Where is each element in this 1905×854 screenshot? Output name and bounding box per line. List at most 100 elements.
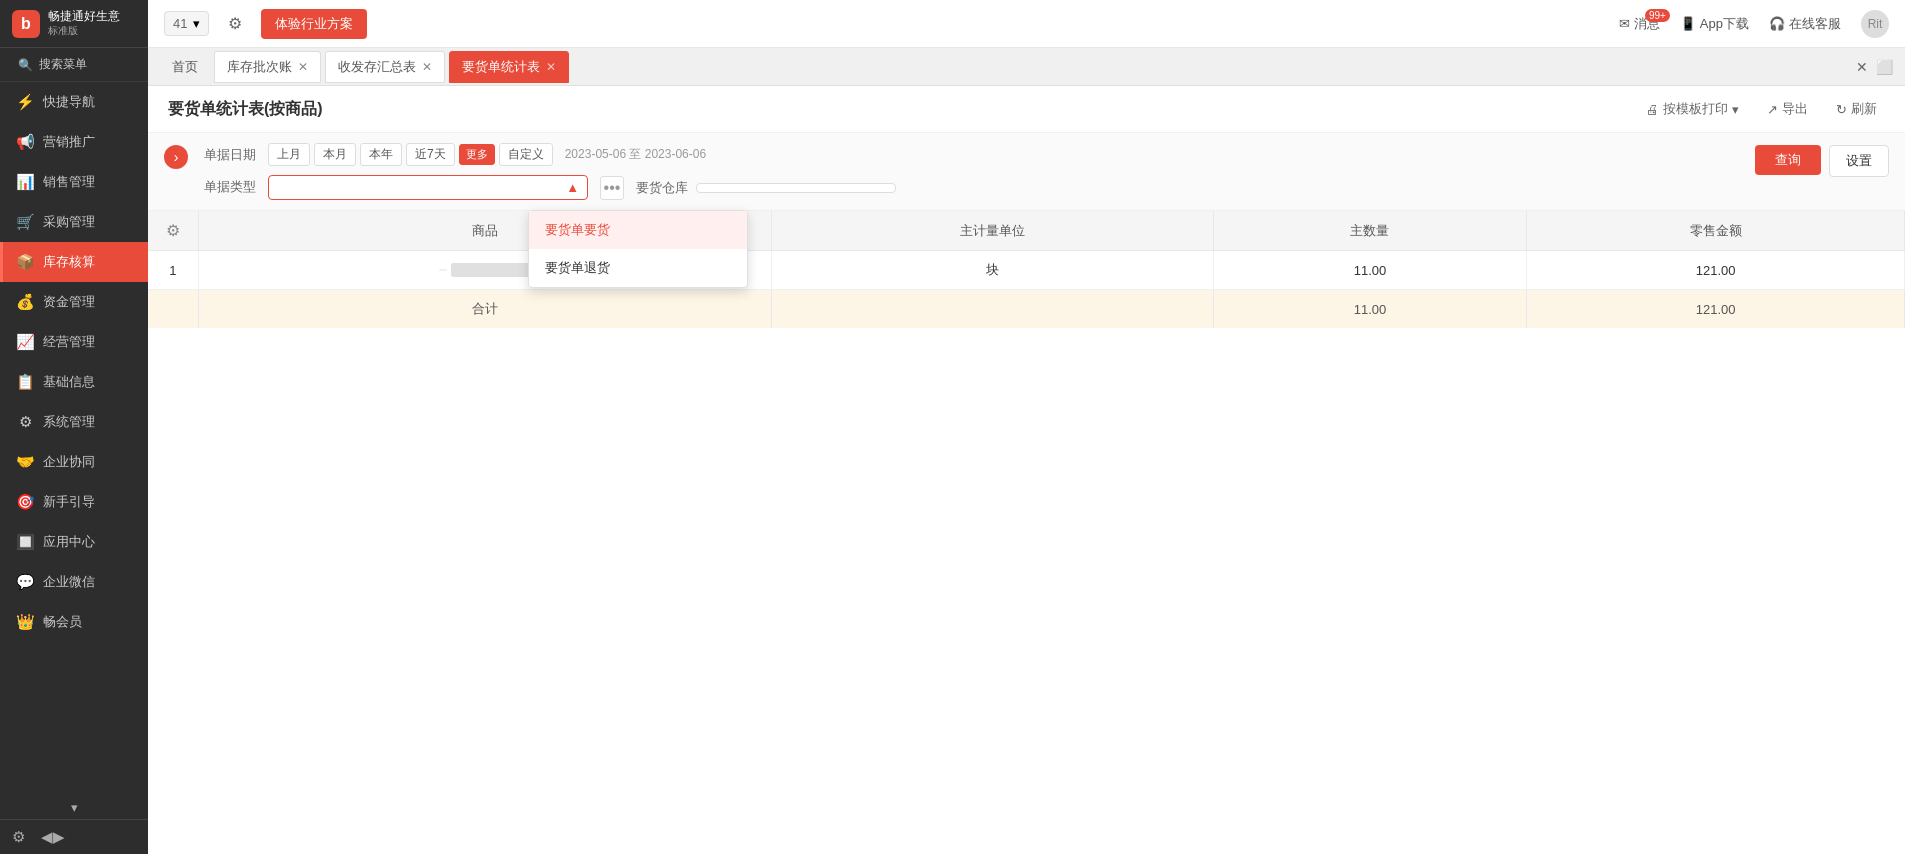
sales-label: 销售管理 bbox=[43, 173, 95, 191]
type-dropdown: 要货单要货 要货单退货 bbox=[528, 210, 748, 288]
date-7days-btn[interactable]: 近7天 bbox=[406, 143, 455, 166]
date-custom-btn[interactable]: 自定义 bbox=[499, 143, 553, 166]
app-download-label: App下载 bbox=[1700, 15, 1749, 33]
page-title: 要货单统计表(按商品) bbox=[168, 99, 323, 120]
message-icon: ✉ bbox=[1619, 16, 1630, 31]
warehouse-input[interactable] bbox=[696, 183, 896, 193]
sidebar-scroll-down[interactable]: ▾ bbox=[0, 796, 148, 819]
filter-actions: 查询 设置 bbox=[1755, 145, 1889, 177]
inventory-icon: 📦 bbox=[15, 252, 35, 272]
tab-inventory-batch[interactable]: 库存批次账 ✕ bbox=[214, 51, 321, 83]
sidebar-item-sales[interactable]: 📊 销售管理 bbox=[0, 162, 148, 202]
maximize-window-button[interactable]: ⬜ bbox=[1876, 59, 1893, 75]
type-filter-label: 单据类型 bbox=[204, 178, 256, 196]
print-button[interactable]: 🖨 按模板打印 ▾ bbox=[1638, 96, 1747, 122]
sidebar-item-finance[interactable]: 💰 资金管理 bbox=[0, 282, 148, 322]
app-center-label: 应用中心 bbox=[43, 533, 95, 551]
search-icon: 🔍 bbox=[18, 58, 33, 72]
app-download-button[interactable]: 📱 App下载 bbox=[1680, 15, 1749, 33]
sidebar-item-enterprise[interactable]: 🤝 企业协同 bbox=[0, 442, 148, 482]
service-icon: 🎧 bbox=[1769, 16, 1785, 31]
header-gear-button[interactable]: ⚙ bbox=[221, 10, 249, 38]
close-tab-order-stats[interactable]: ✕ bbox=[546, 61, 556, 73]
bottom-collapse-icon[interactable]: ◀▶ bbox=[41, 828, 65, 846]
sidebar-item-guide[interactable]: 🎯 新手引导 bbox=[0, 482, 148, 522]
sidebar-item-purchase[interactable]: 🛒 采购管理 bbox=[0, 202, 148, 242]
purchase-icon: 🛒 bbox=[15, 212, 35, 232]
more-dots-icon: ••• bbox=[604, 179, 621, 197]
date-this-month-btn[interactable]: 本月 bbox=[314, 143, 356, 166]
sidebar-item-quick-nav[interactable]: ⚡ 快捷导航 bbox=[0, 82, 148, 122]
sidebar-item-inventory[interactable]: 📦 库存核算 bbox=[0, 242, 148, 282]
tab-order-stats[interactable]: 要货单统计表 ✕ bbox=[449, 51, 569, 83]
tab-receive-summary[interactable]: 收发存汇总表 ✕ bbox=[325, 51, 445, 83]
sidebar-nav: ⚡ 快捷导航 📢 营销推广 📊 销售管理 🛒 采购管理 📦 库存核算 💰 资金管… bbox=[0, 82, 148, 796]
order-goods-label: 要货单要货 bbox=[545, 222, 610, 237]
date-more-btn[interactable]: 更多 bbox=[459, 144, 495, 165]
sidebar-item-app-center[interactable]: 🔲 应用中心 bbox=[0, 522, 148, 562]
search-menu[interactable]: 🔍 搜索菜单 bbox=[0, 48, 148, 82]
sidebar-item-marketing[interactable]: 📢 营销推广 bbox=[0, 122, 148, 162]
export-button[interactable]: ↗ 导出 bbox=[1759, 96, 1816, 122]
trial-button[interactable]: 体验行业方案 bbox=[261, 9, 367, 39]
date-last-month-btn[interactable]: 上月 bbox=[268, 143, 310, 166]
sidebar-bottom: ⚙ ◀▶ bbox=[0, 819, 148, 854]
top-header: 41 ▾ ⚙ 体验行业方案 ✉ 消息 99+ 📱 App下载 🎧 在线客服 bbox=[148, 0, 1905, 48]
chevron-down-icon: ▾ bbox=[71, 800, 78, 815]
col-quantity: 主数量 bbox=[1213, 211, 1527, 251]
sidebar-item-wechat[interactable]: 💬 企业微信 bbox=[0, 562, 148, 602]
footer-empty-2 bbox=[772, 290, 1213, 329]
sidebar-item-system[interactable]: ⚙ 系统管理 bbox=[0, 402, 148, 442]
app-download-icon: 📱 bbox=[1680, 16, 1696, 31]
date-this-year-btn[interactable]: 本年 bbox=[360, 143, 402, 166]
page-actions: 🖨 按模板打印 ▾ ↗ 导出 ↻ 刷新 bbox=[1638, 96, 1885, 122]
sidebar-item-member[interactable]: 👑 畅会员 bbox=[0, 602, 148, 642]
col-amount: 零售金额 bbox=[1527, 211, 1905, 251]
close-tab-receive-summary[interactable]: ✕ bbox=[422, 61, 432, 73]
main-area: 41 ▾ ⚙ 体验行业方案 ✉ 消息 99+ 📱 App下载 🎧 在线客服 bbox=[148, 0, 1905, 854]
table-footer-row: 合计 11.00 121.00 bbox=[148, 290, 1905, 329]
bottom-settings-icon[interactable]: ⚙ bbox=[12, 828, 25, 846]
export-label: 导出 bbox=[1782, 100, 1808, 118]
quick-nav-icon: ⚡ bbox=[15, 92, 35, 112]
settings-button[interactable]: 设置 bbox=[1829, 145, 1889, 177]
col-unit: 主计量单位 bbox=[772, 211, 1213, 251]
user-avatar[interactable]: Rit bbox=[1861, 10, 1889, 38]
filter-bar: › 单据日期 上月 本月 本年 近7天 更多 自定义 2023-05-06 至 … bbox=[148, 133, 1905, 211]
refresh-button[interactable]: ↻ 刷新 bbox=[1828, 96, 1885, 122]
system-icon: ⚙ bbox=[15, 412, 35, 432]
sidebar-item-operations[interactable]: 📈 经营管理 bbox=[0, 322, 148, 362]
footer-amount: 121.00 bbox=[1527, 290, 1905, 329]
system-label: 系统管理 bbox=[43, 413, 95, 431]
sidebar-item-basic-info[interactable]: 📋 基础信息 bbox=[0, 362, 148, 402]
operations-icon: 📈 bbox=[15, 332, 35, 352]
online-service-button[interactable]: 🎧 在线客服 bbox=[1769, 15, 1841, 33]
page-content: 要货单统计表(按商品) 🖨 按模板打印 ▾ ↗ 导出 ↻ 刷新 bbox=[148, 86, 1905, 854]
footer-quantity: 11.00 bbox=[1213, 290, 1527, 329]
finance-icon: 💰 bbox=[15, 292, 35, 312]
messages-button[interactable]: ✉ 消息 99+ bbox=[1619, 15, 1660, 33]
guide-label: 新手引导 bbox=[43, 493, 95, 511]
tab-order-stats-label: 要货单统计表 bbox=[462, 58, 540, 76]
dropdown-item-order-goods[interactable]: 要货单要货 bbox=[529, 211, 747, 249]
data-table: ⚙ 商品 主计量单位 主数量 零售金额 1 bbox=[148, 211, 1905, 328]
sidebar: b 畅捷通好生意 标准版 🔍 搜索菜单 ⚡ 快捷导航 📢 营销推广 📊 销售管理… bbox=[0, 0, 148, 854]
query-button[interactable]: 查询 bbox=[1755, 145, 1821, 175]
table-settings-icon[interactable]: ⚙ bbox=[166, 222, 180, 239]
store-selector[interactable]: 41 ▾ bbox=[164, 11, 209, 36]
header-left: 41 ▾ ⚙ 体验行业方案 bbox=[164, 9, 367, 39]
type-select[interactable]: ▲ bbox=[268, 175, 588, 200]
type-filter-row: 单据类型 ▲ ••• 要货仓库 bbox=[204, 174, 896, 200]
tab-home[interactable]: 首页 bbox=[160, 52, 210, 82]
close-window-button[interactable]: ✕ bbox=[1856, 59, 1868, 75]
print-icon: 🖨 bbox=[1646, 102, 1659, 117]
more-filter-button[interactable]: ••• bbox=[600, 176, 624, 200]
store-number: 41 bbox=[173, 16, 187, 31]
inventory-label: 库存核算 bbox=[43, 253, 95, 271]
filter-expand-button[interactable]: › bbox=[164, 145, 188, 169]
app-name: 畅捷通好生意 bbox=[48, 9, 120, 25]
close-tab-inventory-batch[interactable]: ✕ bbox=[298, 61, 308, 73]
dropdown-item-order-return[interactable]: 要货单退货 bbox=[529, 249, 747, 287]
marketing-label: 营销推广 bbox=[43, 133, 95, 151]
table-header-row: ⚙ 商品 主计量单位 主数量 零售金额 bbox=[148, 211, 1905, 251]
